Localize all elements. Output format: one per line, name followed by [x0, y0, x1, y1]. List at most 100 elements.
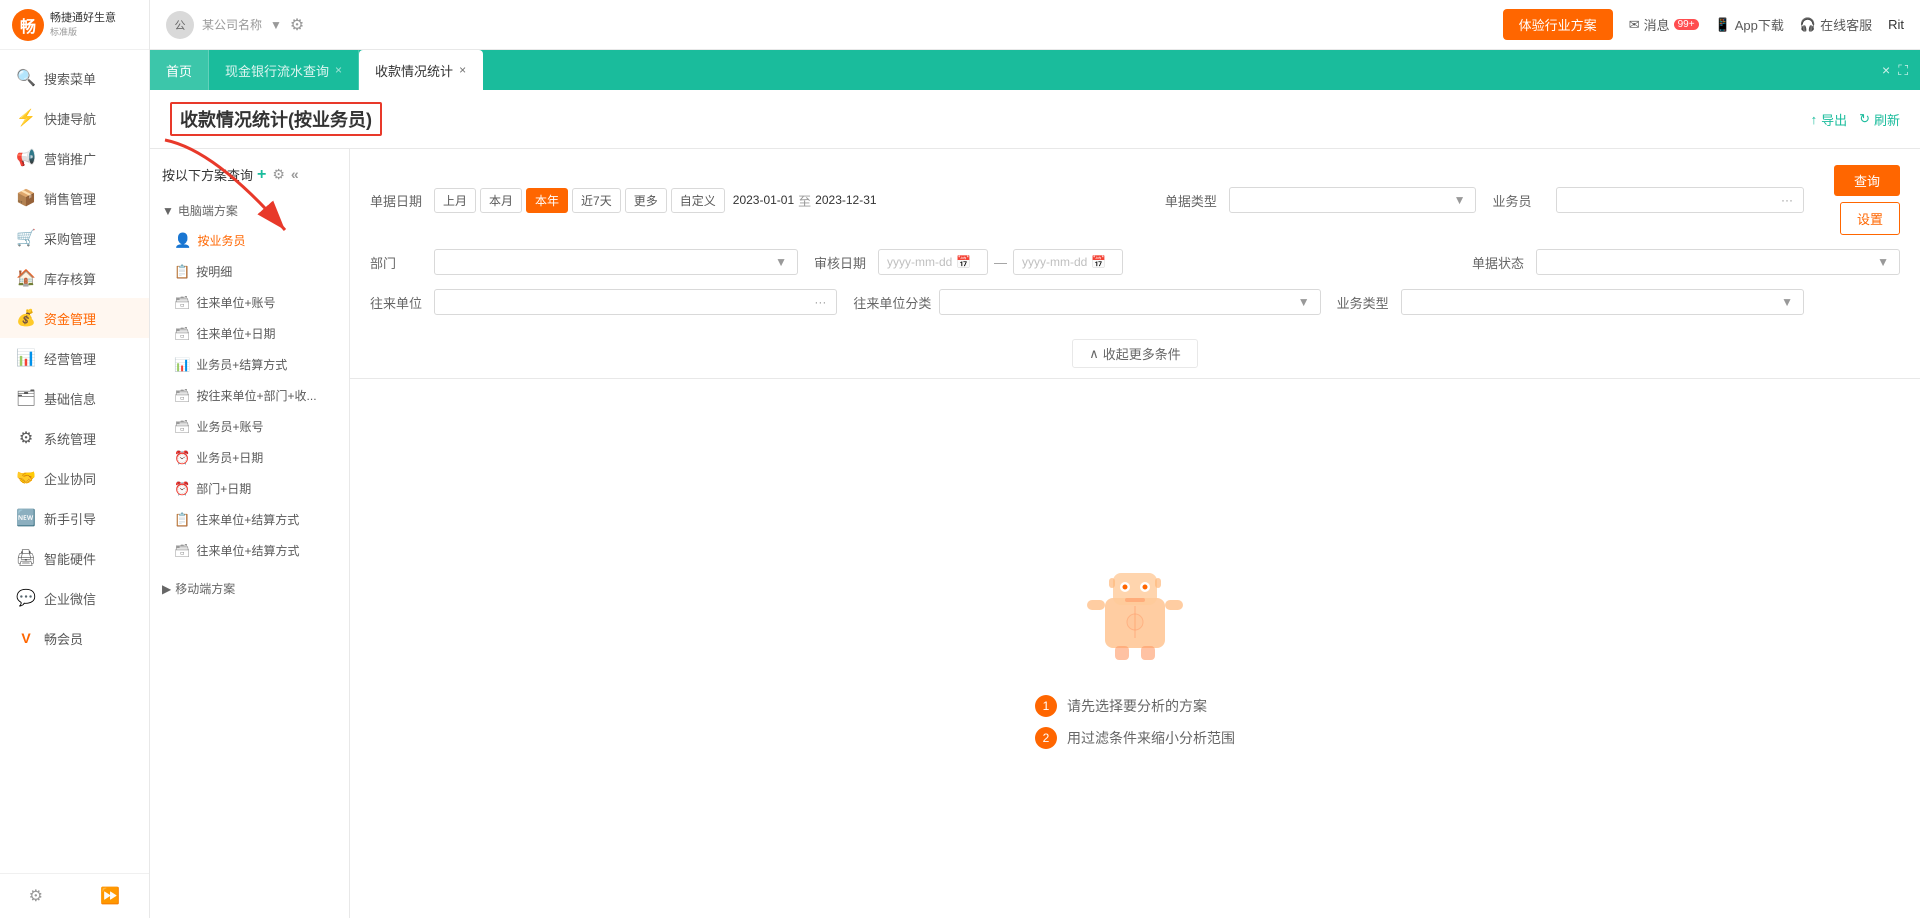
status-input[interactable]: ▼ — [1536, 249, 1900, 275]
scheme-section-desktop: ▼ 电脑端方案 👤 按业务员 📋 按明细 🗃 往来单位+账号 — [150, 192, 349, 570]
sidebar-settings-icon[interactable]: ⚙ — [29, 886, 43, 906]
scheme-item-staff-settle[interactable]: 📊 业务员+结算方式 — [150, 349, 349, 380]
type-input[interactable]: ▼ — [1229, 187, 1477, 213]
type-filter-group: 单据类型 ▼ — [1165, 187, 1477, 213]
unit-dept-icon: 🗃 — [174, 388, 191, 404]
scheme-section-desktop-header[interactable]: ▼ 电脑端方案 — [150, 196, 349, 225]
sidebar-label-wechat: 企业微信 — [44, 589, 96, 608]
scheme-item-staff-date[interactable]: ⏰ 业务员+日期 — [150, 442, 349, 473]
topbar: 公 某公司名称 ▼ ⚙ 体验行业方案 ✉ 消息 99+ 📱 App下载 🎧 在线… — [150, 0, 1920, 50]
trial-button[interactable]: 体验行业方案 — [1503, 9, 1613, 40]
tab-home[interactable]: 首页 — [150, 50, 209, 90]
scheme-item-unit-settle2[interactable]: 🗃 往来单位+结算方式 — [150, 535, 349, 566]
dept-input[interactable]: ▼ — [434, 249, 798, 275]
audit-filter-group: 审核日期 yyyy-mm-dd 📅 — yyyy-mm-dd — [814, 249, 1456, 275]
scheme-item-dept-date[interactable]: ⏰ 部门+日期 — [150, 473, 349, 504]
base-icon: 🗂 — [16, 388, 36, 408]
app-download-action[interactable]: 📱 App下载 — [1715, 15, 1784, 34]
staff-input[interactable]: ··· — [1556, 187, 1804, 213]
sidebar-item-finance[interactable]: 💰 资金管理 — [0, 298, 149, 338]
sidebar-collapse-icon[interactable]: ⏩ — [100, 886, 120, 906]
tab-expand-icon[interactable]: ⛶ — [1898, 62, 1908, 79]
scheme-item-staff-account[interactable]: 🗃 业务员+账号 — [150, 411, 349, 442]
sidebar-item-system[interactable]: ⚙ 系统管理 — [0, 418, 149, 458]
scheme-item-unit-date[interactable]: 🗃 往来单位+日期 — [150, 318, 349, 349]
export-label: 导出 — [1821, 110, 1847, 129]
export-button[interactable]: ↑ 导出 — [1811, 110, 1848, 129]
biz-type-label: 业务类型 — [1337, 293, 1393, 312]
sidebar-item-wechat[interactable]: 💬 企业微信 — [0, 578, 149, 618]
staff-scheme-icon: 👤 — [174, 232, 191, 249]
audit-from-input[interactable]: yyyy-mm-dd 📅 — [878, 249, 988, 275]
biz-type-input[interactable]: ▼ — [1401, 289, 1804, 315]
setting-button[interactable]: 设置 — [1840, 202, 1900, 235]
scheme-collapse-icon[interactable]: « — [291, 166, 299, 184]
sidebar-item-member[interactable]: V 畅会员 — [0, 618, 149, 658]
message-action[interactable]: ✉ 消息 99+ — [1629, 15, 1699, 34]
scheme-item-unit-dept[interactable]: 🗃 按往来单位+部门+收... — [150, 380, 349, 411]
unit-date-icon: 🗃 — [174, 326, 191, 342]
date-btn-this-month[interactable]: 本月 — [480, 188, 522, 213]
scheme-setting-icon[interactable]: ⚙ — [272, 166, 285, 184]
sidebar-label-ops: 经营管理 — [44, 349, 96, 368]
step-2-text: 用过滤条件来缩小分析范围 — [1067, 728, 1235, 748]
filter-row-1: 单据日期 上月 本月 本年 近7天 更多 自定义 2023-01-01 — [370, 165, 1900, 235]
tab-bank-close-icon[interactable]: × — [335, 63, 342, 77]
tab-home-label: 首页 — [166, 61, 192, 80]
scheme-item-unit-account[interactable]: 🗃 往来单位+账号 — [150, 287, 349, 318]
date-btn-more[interactable]: 更多 — [625, 188, 667, 213]
date-btn-last-month[interactable]: 上月 — [434, 188, 476, 213]
scheme-section-mobile-header[interactable]: ▶ 移动端方案 — [150, 574, 349, 603]
tab-bank[interactable]: 现金银行流水查询 × — [209, 50, 359, 90]
tab-collect-label: 收款情况统计 — [375, 61, 453, 80]
unit-dots-icon[interactable]: ··· — [814, 295, 826, 309]
sidebar-item-purchase[interactable]: 🛒 采购管理 — [0, 218, 149, 258]
scheme-item-unit-settle1[interactable]: 📋 往来单位+结算方式 — [150, 504, 349, 535]
sidebar-item-stock[interactable]: 🏠 库存核算 — [0, 258, 149, 298]
user-action[interactable]: Rit — [1888, 17, 1904, 32]
scheme-item-label-unit-account: 往来单位+账号 — [197, 294, 276, 311]
sidebar-item-hw[interactable]: 🖨 智能硬件 — [0, 538, 149, 578]
sidebar-item-search[interactable]: 🔍 搜索菜单 — [0, 58, 149, 98]
message-badge: 99+ — [1674, 19, 1699, 30]
gear-icon[interactable]: ⚙ — [290, 15, 304, 35]
audit-to-input[interactable]: yyyy-mm-dd 📅 — [1013, 249, 1123, 275]
collapse-button[interactable]: ∧ 收起更多条件 — [1072, 339, 1198, 368]
content-header: 收款情况统计(按业务员) ↑ 导出 ↻ 刷新 — [150, 90, 1920, 149]
tab-collect[interactable]: 收款情况统计 × — [359, 50, 483, 90]
tab-collect-close-icon[interactable]: × — [459, 63, 466, 77]
sidebar-bottom: ⚙ ⏩ — [0, 873, 149, 918]
tabs-end: × ⛶ — [1882, 62, 1920, 79]
scheme-item-label-unit-settle1: 往来单位+结算方式 — [196, 511, 299, 528]
unit-type-input[interactable]: ▼ — [939, 289, 1320, 315]
sidebar-item-quicknav[interactable]: ⚡ 快捷导航 — [0, 98, 149, 138]
scheme-add-icon[interactable]: + — [257, 166, 266, 184]
scheme-header-icons: + ⚙ « — [257, 166, 299, 184]
sidebar-label-member: 畅会员 — [44, 629, 83, 648]
date-btn-custom[interactable]: 自定义 — [671, 188, 725, 213]
sidebar-item-ops[interactable]: 📊 经营管理 — [0, 338, 149, 378]
staff-dots-icon[interactable]: ··· — [1781, 193, 1793, 207]
sidebar-nav: 🔍 搜索菜单 ⚡ 快捷导航 📢 营销推广 📦 销售管理 🛒 采购管理 🏠 库存核… — [0, 50, 149, 873]
sidebar-item-marketing[interactable]: 📢 营销推广 — [0, 138, 149, 178]
header-actions: ↑ 导出 ↻ 刷新 — [1811, 110, 1900, 129]
date-btn-7days[interactable]: 近7天 — [572, 188, 621, 213]
avatar: 公 — [166, 11, 194, 39]
sidebar-item-base[interactable]: 🗂 基础信息 — [0, 378, 149, 418]
query-button[interactable]: 查询 — [1834, 165, 1900, 196]
scheme-item-by-staff[interactable]: 👤 按业务员 — [150, 225, 349, 256]
biz-type-filter-group: 业务类型 ▼ — [1337, 289, 1804, 315]
refresh-button[interactable]: ↻ 刷新 — [1859, 110, 1900, 129]
online-service-action[interactable]: 🎧 在线客服 — [1800, 15, 1872, 34]
sidebar-logo: 畅 畅捷通好生意 标准版 — [0, 0, 149, 50]
date-btn-this-year[interactable]: 本年 — [526, 188, 568, 213]
sidebar-item-sales[interactable]: 📦 销售管理 — [0, 178, 149, 218]
unit-account-icon: 🗃 — [174, 295, 191, 311]
unit-input[interactable]: ··· — [434, 289, 837, 315]
sidebar-label-search: 搜索菜单 — [44, 69, 96, 88]
scheme-item-by-detail[interactable]: 📋 按明细 — [150, 256, 349, 287]
sidebar-item-guide[interactable]: 🆕 新手引导 — [0, 498, 149, 538]
sidebar-label-hw: 智能硬件 — [44, 549, 96, 568]
sidebar-item-corp[interactable]: 🤝 企业协同 — [0, 458, 149, 498]
tab-close-all-icon[interactable]: × — [1882, 62, 1890, 78]
